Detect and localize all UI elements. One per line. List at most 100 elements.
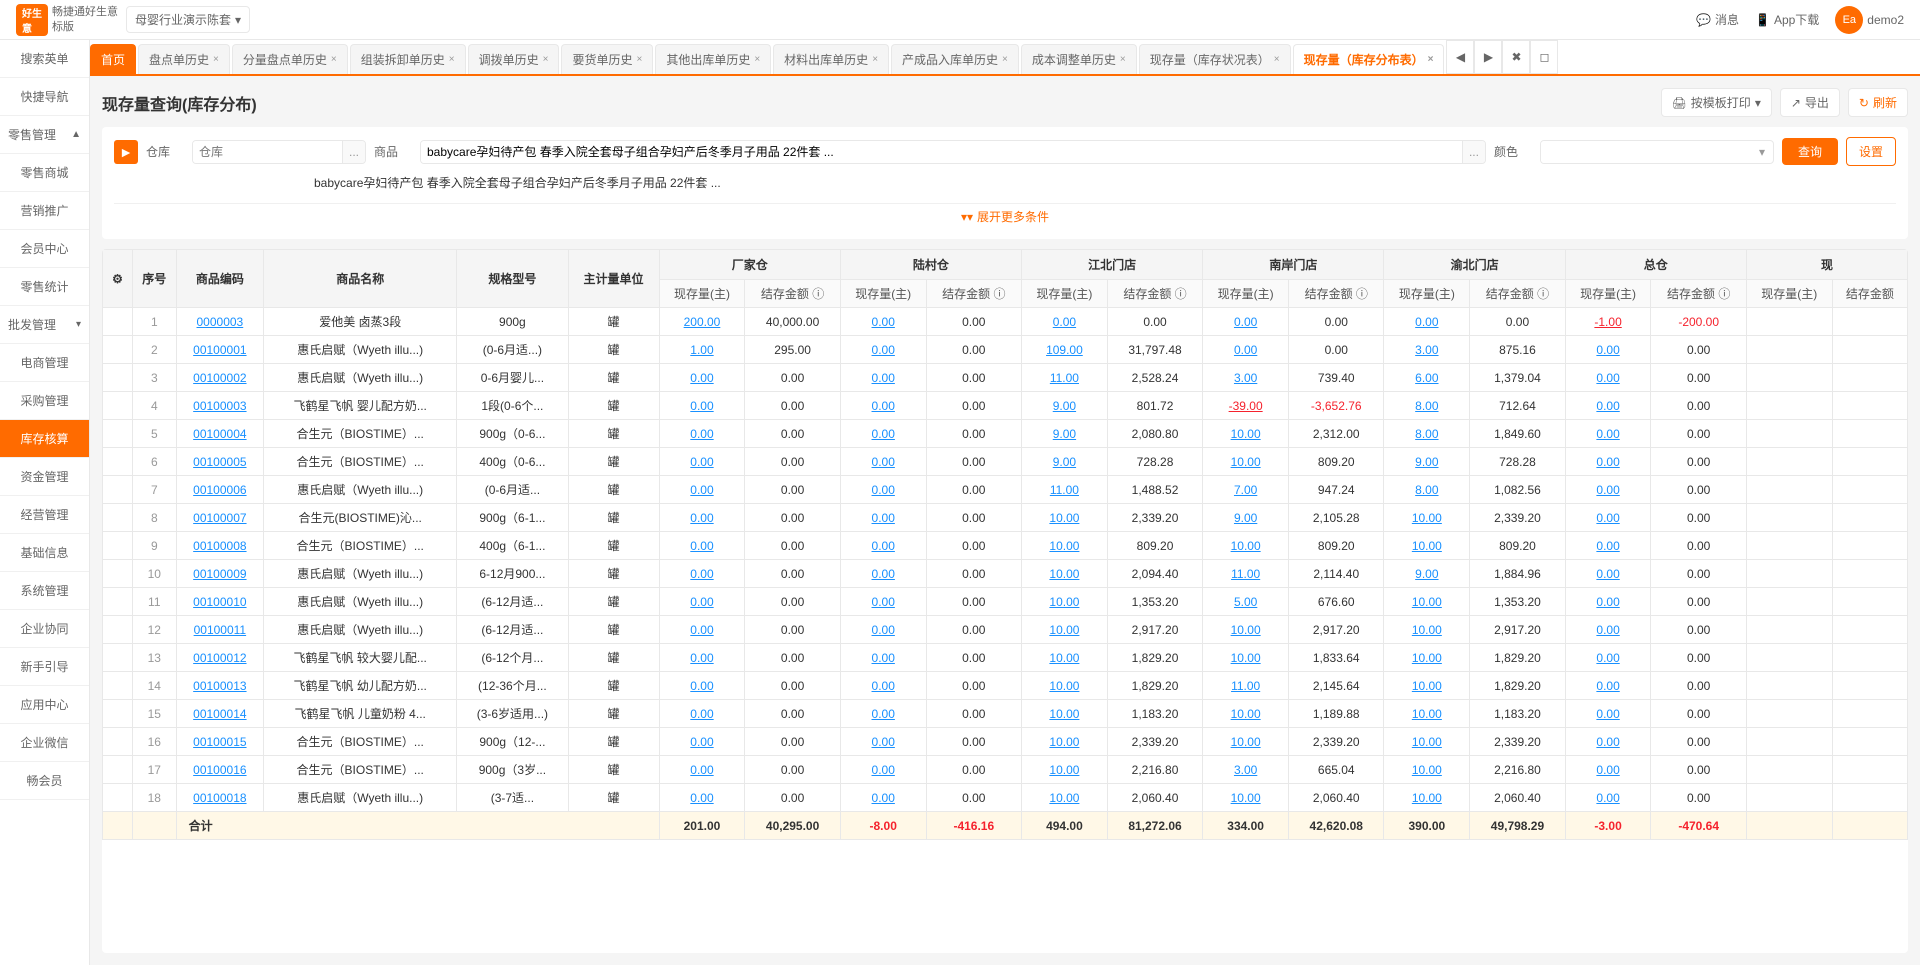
expand-more-btn[interactable]: ▾▾ 展开更多条件 (114, 203, 1896, 229)
sidebar-item-basic-info[interactable]: 基础信息 (0, 534, 89, 572)
warehouse-ellipsis-btn[interactable]: ... (342, 141, 365, 163)
sidebar-item-marketing[interactable]: 营销推广 (0, 192, 89, 230)
cell-na-qty[interactable]: 10.00 (1203, 728, 1289, 756)
cell-yb-qty[interactable]: 10.00 (1384, 588, 1470, 616)
color-input[interactable] (1541, 141, 1751, 163)
cell-fw-qty[interactable]: 0.00 (659, 784, 745, 812)
cell-total-qty[interactable]: 0.00 (1565, 420, 1651, 448)
export-btn[interactable]: ↗ 导出 (1780, 88, 1840, 117)
cell-yb-qty[interactable]: 10.00 (1384, 756, 1470, 784)
cell-fw-qty[interactable]: 0.00 (659, 644, 745, 672)
tab-nav-close[interactable]: ✖ (1502, 40, 1530, 74)
cell-jb-qty[interactable]: 9.00 (1022, 392, 1108, 420)
cell-yb-qty[interactable]: 3.00 (1384, 336, 1470, 364)
sidebar-item-member2[interactable]: 畅会员 (0, 762, 89, 800)
tab-cost-adjust[interactable]: 成本调整单历史 × (1021, 44, 1137, 74)
cell-total-qty[interactable]: 0.00 (1565, 672, 1651, 700)
search-btn[interactable]: 查询 (1782, 138, 1838, 165)
tab-close-icon[interactable]: × (331, 54, 337, 65)
chevron-down-icon[interactable]: ▾ (1751, 141, 1773, 163)
cell-lc-qty[interactable]: 0.00 (840, 364, 926, 392)
goods-ellipsis-btn[interactable]: ... (1462, 141, 1485, 163)
cell-lc-qty[interactable]: 0.00 (840, 756, 926, 784)
cell-lc-qty[interactable]: 0.00 (840, 504, 926, 532)
goods-input[interactable] (421, 141, 1462, 163)
cell-lc-qty[interactable]: 0.00 (840, 700, 926, 728)
tab-close-icon[interactable]: × (872, 54, 878, 65)
cell-yb-qty[interactable]: 10.00 (1384, 672, 1470, 700)
tab-home[interactable]: 首页 (90, 44, 136, 74)
cell-total-qty[interactable]: 0.00 (1565, 392, 1651, 420)
cell-total-qty[interactable]: 0.00 (1565, 588, 1651, 616)
cell-lc-qty[interactable]: 0.00 (840, 420, 926, 448)
sidebar-item-system[interactable]: 系统管理 (0, 572, 89, 610)
tab-close-icon[interactable]: × (754, 54, 760, 65)
cell-total-qty[interactable]: 0.00 (1565, 560, 1651, 588)
tab-assemble[interactable]: 组装拆卸单历史 × (350, 44, 466, 74)
cell-fw-qty[interactable]: 0.00 (659, 504, 745, 532)
cell-total-qty[interactable]: 0.00 (1565, 644, 1651, 672)
cell-na-qty[interactable]: 10.00 (1203, 784, 1289, 812)
cell-code[interactable]: 00100018 (176, 784, 264, 812)
sidebar-item-retail-mgmt[interactable]: 零售管理 ▲ (0, 116, 89, 154)
tab-product-in[interactable]: 产成品入库单历史 × (891, 44, 1019, 74)
cell-code[interactable]: 00100013 (176, 672, 264, 700)
cell-yb-qty[interactable]: 10.00 (1384, 784, 1470, 812)
cell-lc-qty[interactable]: 0.00 (840, 560, 926, 588)
cell-na-qty[interactable]: 10.00 (1203, 420, 1289, 448)
cell-jb-qty[interactable]: 9.00 (1022, 420, 1108, 448)
cell-jb-qty[interactable]: 10.00 (1022, 616, 1108, 644)
cell-yb-qty[interactable]: 8.00 (1384, 392, 1470, 420)
sidebar-item-search[interactable]: 搜索英单 (0, 40, 89, 78)
cell-jb-qty[interactable]: 11.00 (1022, 476, 1108, 504)
tab-material-out[interactable]: 材料出库单历史 × (773, 44, 889, 74)
cell-na-qty[interactable]: 11.00 (1203, 560, 1289, 588)
cell-yb-qty[interactable]: 10.00 (1384, 700, 1470, 728)
cell-yb-qty[interactable]: 9.00 (1384, 560, 1470, 588)
cell-yb-qty[interactable]: 8.00 (1384, 420, 1470, 448)
tab-close-icon[interactable]: × (1274, 54, 1280, 65)
tab-inventory-status[interactable]: 现存量（库存状况表） × (1139, 44, 1291, 74)
cell-jb-qty[interactable]: 10.00 (1022, 728, 1108, 756)
cell-na-qty[interactable]: 5.00 (1203, 588, 1289, 616)
cell-lc-qty[interactable]: 0.00 (840, 728, 926, 756)
cell-lc-qty[interactable]: 0.00 (840, 392, 926, 420)
cell-fw-qty[interactable]: 1.00 (659, 336, 745, 364)
cell-code[interactable]: 00100012 (176, 644, 264, 672)
tab-close-icon[interactable]: × (1428, 54, 1434, 65)
tab-requisition[interactable]: 要货单历史 × (561, 44, 653, 74)
cell-fw-qty[interactable]: 0.00 (659, 532, 745, 560)
tab-other-out[interactable]: 其他出库单历史 × (655, 44, 771, 74)
cell-code[interactable]: 00100006 (176, 476, 264, 504)
sidebar-item-quick-nav[interactable]: 快捷导航 (0, 78, 89, 116)
tab-transfer[interactable]: 调拨单历史 × (468, 44, 560, 74)
cell-code[interactable]: 00100009 (176, 560, 264, 588)
col-settings[interactable]: ⚙ (103, 250, 133, 308)
cell-code[interactable]: 0000003 (176, 308, 264, 336)
cell-na-qty[interactable]: 7.00 (1203, 476, 1289, 504)
cell-fw-qty[interactable]: 0.00 (659, 672, 745, 700)
cell-lc-qty[interactable]: 0.00 (840, 616, 926, 644)
cell-total-qty[interactable]: 0.00 (1565, 756, 1651, 784)
cell-lc-qty[interactable]: 0.00 (840, 588, 926, 616)
cell-code[interactable]: 00100001 (176, 336, 264, 364)
tab-close-icon[interactable]: × (213, 54, 219, 65)
cell-lc-qty[interactable]: 0.00 (840, 336, 926, 364)
sidebar-item-enterprise-wechat[interactable]: 企业微信 (0, 724, 89, 762)
sidebar-item-finance[interactable]: 资金管理 (0, 458, 89, 496)
sidebar-item-app-center[interactable]: 应用中心 (0, 686, 89, 724)
cell-jb-qty[interactable]: 10.00 (1022, 532, 1108, 560)
user-menu[interactable]: Ea demo2 (1835, 6, 1904, 34)
cell-code[interactable]: 00100015 (176, 728, 264, 756)
cell-code[interactable]: 00100002 (176, 364, 264, 392)
cell-total-qty[interactable]: 0.00 (1565, 336, 1651, 364)
cell-lc-qty[interactable]: 0.00 (840, 784, 926, 812)
cell-na-qty[interactable]: -39.00 (1203, 392, 1289, 420)
tab-nav-next[interactable]: ▶ (1474, 40, 1502, 74)
sidebar-item-member[interactable]: 会员中心 (0, 230, 89, 268)
cell-code[interactable]: 00100014 (176, 700, 264, 728)
cell-code[interactable]: 00100004 (176, 420, 264, 448)
cell-na-qty[interactable]: 9.00 (1203, 504, 1289, 532)
cell-jb-qty[interactable]: 10.00 (1022, 560, 1108, 588)
cell-code[interactable]: 00100011 (176, 616, 264, 644)
